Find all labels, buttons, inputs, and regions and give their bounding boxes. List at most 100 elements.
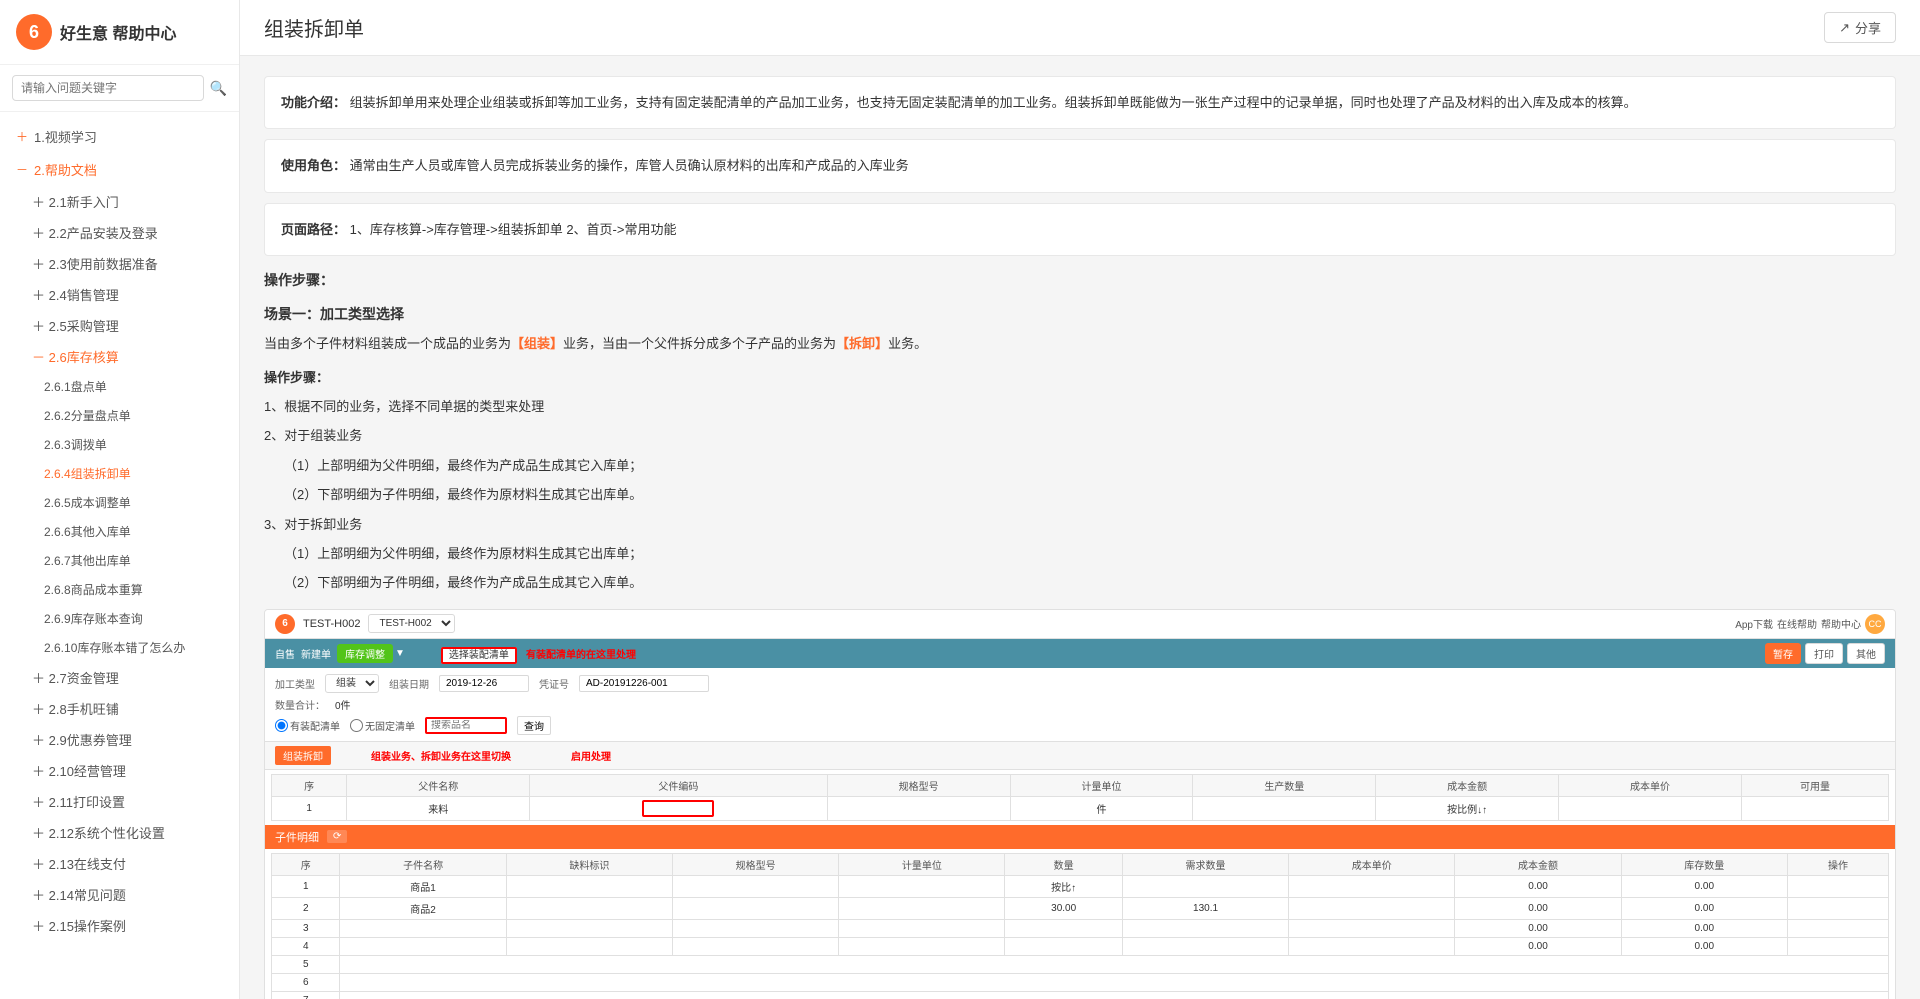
sim-col-unit-cost: 成本单价 xyxy=(1559,774,1742,796)
sim-lower-r1-ucost xyxy=(1289,875,1455,897)
step2-1: （1）上部明细为父件明细，最终作为产成品生成其它入库单； xyxy=(284,454,1896,477)
annotation1-label: 有装配清单的在这里处理 xyxy=(526,650,636,661)
sidebar-item-assembly[interactable]: 2.6.4组装拆卸单 xyxy=(0,459,239,488)
sim-date-input[interactable] xyxy=(439,675,529,692)
sim-lower-header-text: 子件明细 xyxy=(275,829,319,845)
sidebar-item-inventory-transfer[interactable]: 2.6.3调拨单 xyxy=(0,430,239,459)
sim-search-bom-input[interactable] xyxy=(431,720,501,731)
sidebar-item-inv-ledger[interactable]: 2.6.9库存账本查询 xyxy=(0,604,239,633)
table-row: 2 商品2 30.00 130.1 0.00 0.00 xyxy=(272,897,1889,919)
sidebar-item-other-out[interactable]: 2.6.7其他出库单 xyxy=(0,546,239,575)
sim-upper-code-input[interactable] xyxy=(648,803,708,814)
scene-desc-text: 当由多个子件材料组装成一个成品的业务为【组装】业务，当由一个父件拆分成多个子产品… xyxy=(264,336,927,351)
sidebar-item-newcomer[interactable]: ＋ 2.1新手入门 xyxy=(0,186,239,217)
sidebar-item-faq[interactable]: ＋ 2.14常见问题 xyxy=(0,879,239,910)
sim-billno-input[interactable] xyxy=(579,675,709,692)
sim-lower-r2-ucost xyxy=(1289,897,1455,919)
main-area: 组装拆卸单 ↗ 分享 功能介绍： 组装拆卸单用来处理企业组装或拆卸等加工业务，支… xyxy=(240,0,1920,999)
sim-radio-bom-input[interactable] xyxy=(275,719,288,732)
sim-upper-row1-prod-qty xyxy=(1193,796,1376,820)
sim-col-unit: 计量单位 xyxy=(1010,774,1193,796)
sim-radio-bom[interactable]: 有装配清单 xyxy=(275,718,340,733)
sim-lower-table-container: 序 子件名称 缺料标识 规格型号 计量单位 数量 需求数量 成本单价 成本金额 … xyxy=(265,849,1895,999)
sidebar-item-mobile[interactable]: ＋ 2.8手机旺铺 xyxy=(0,693,239,724)
sim-help-label: 在线帮助 xyxy=(1777,616,1817,631)
sim-lower-r1-stock: 0.00 xyxy=(1621,875,1787,897)
sidebar-item-inventory[interactable]: － 2.6库存核算 xyxy=(0,341,239,372)
path-block: 页面路径： 1、库存核算->库存管理->组装拆卸单 2、首页->常用功能 xyxy=(264,203,1896,256)
sim-lower-expand-btn[interactable]: ⟳ xyxy=(327,830,347,843)
sim-count-label: 数量合计： xyxy=(275,697,325,712)
sim-lower-header: 子件明细 ⟳ xyxy=(265,825,1895,849)
sidebar-item-ops[interactable]: ＋ 2.10经营管理 xyxy=(0,755,239,786)
sim-search-bom-btn[interactable]: 查询 xyxy=(517,716,551,735)
sim-lower-r2-cost: 0.00 xyxy=(1455,897,1621,919)
sim-radio-free[interactable]: 无固定清单 xyxy=(350,718,415,733)
sidebar-item-purchase[interactable]: ＋ 2.5采购管理 xyxy=(0,310,239,341)
topbar: 组装拆卸单 ↗ 分享 xyxy=(240,0,1920,56)
sim-radio-free-input[interactable] xyxy=(350,719,363,732)
sim-help-center-label: 帮助中心 xyxy=(1821,616,1861,631)
sim-upper-row1-unit-cost xyxy=(1559,796,1742,820)
sidebar-item-finance[interactable]: ＋ 2.7资金管理 xyxy=(0,662,239,693)
table-row: 5 xyxy=(272,955,1889,973)
sim-upper-table: 序 父件名称 父件编码 规格型号 计量单位 生产数量 成本金额 成本单价 可用量 xyxy=(271,774,1889,821)
search-icon[interactable]: 🔍 xyxy=(210,80,227,97)
sim-col-qty2: 数量 xyxy=(1005,853,1122,875)
sim-upper-row1-unit: 件 xyxy=(1010,796,1193,820)
sidebar-item-sales[interactable]: ＋ 2.4销售管理 xyxy=(0,279,239,310)
minus-icon: － xyxy=(32,350,49,365)
sim-lower-r2-short xyxy=(506,897,672,919)
sidebar-item-inventory-stocktake[interactable]: 2.6.1盘点单 xyxy=(0,372,239,401)
sim-process-type-label: 加工类型 xyxy=(275,676,315,691)
sidebar-item-personalize[interactable]: ＋ 2.12系统个性化设置 xyxy=(0,817,239,848)
sidebar-item-print[interactable]: ＋ 2.11打印设置 xyxy=(0,786,239,817)
sim-dropdown-arrow[interactable]: ▼ xyxy=(395,648,405,659)
sidebar-item-inv-ledger-fix[interactable]: 2.6.10库存账本错了怎么办 xyxy=(0,633,239,662)
sidebar-item-payment[interactable]: ＋ 2.13在线支付 xyxy=(0,848,239,879)
search-input[interactable] xyxy=(12,75,204,101)
sim-company-select[interactable]: TEST-H002 xyxy=(368,614,455,633)
sim-upper-table-header: 序 父件名称 父件编码 规格型号 计量单位 生产数量 成本金额 成本单价 可用量 xyxy=(272,774,1889,796)
sim-process-type-select[interactable]: 组装 拆卸 xyxy=(325,674,379,693)
sim-orange-tab[interactable]: 组装拆卸 xyxy=(275,746,331,765)
sim-other-btn[interactable]: 其他 xyxy=(1847,643,1885,664)
table-row: 7 xyxy=(272,991,1889,999)
sidebar-item-video-learning[interactable]: ＋ 1.视频学习 xyxy=(0,120,239,153)
table-row: 4 0.00 0.00 xyxy=(272,937,1889,955)
sidebar-item-other-in[interactable]: 2.6.6其他入库单 xyxy=(0,517,239,546)
plus-icon: ＋ xyxy=(32,826,49,841)
sidebar-item-cases[interactable]: ＋ 2.15操作案例 xyxy=(0,910,239,941)
sidebar-item-install-login[interactable]: ＋ 2.2产品安装及登录 xyxy=(0,217,239,248)
sidebar-item-data-prep[interactable]: ＋ 2.3使用前数据准备 xyxy=(0,248,239,279)
sim-nav-new[interactable]: 新建单 xyxy=(301,646,331,661)
sim-avatar: CC xyxy=(1865,614,1885,634)
content-area: 功能介绍： 组装拆卸单用来处理企业组装或拆卸等加工业务，支持有固定装配清单的产品… xyxy=(240,56,1920,999)
nav-tree: ＋ 1.视频学习 － 2.帮助文档 ＋ 2.1新手入门 ＋ 2.2产品安装及登录… xyxy=(0,112,239,999)
step3-2: （2）下部明细为子件明细，最终作为产成品生成其它入库单。 xyxy=(284,571,1896,594)
sim-save-btn[interactable]: 暂存 xyxy=(1765,643,1801,664)
sim-lower-r2-stock: 0.00 xyxy=(1621,897,1787,919)
sidebar-item-inventory-partial[interactable]: 2.6.2分量盘点单 xyxy=(0,401,239,430)
sim-btn-adjust[interactable]: 库存调整 xyxy=(337,644,393,663)
plus-icon: ＋ xyxy=(32,888,49,903)
sidebar-item-cost-adjust[interactable]: 2.6.5成本调整单 xyxy=(0,488,239,517)
sim-nav-home[interactable]: 自售 xyxy=(275,646,295,661)
sidebar-item-coupon[interactable]: ＋ 2.9优惠券管理 xyxy=(0,724,239,755)
sim-upper-row1-cost-ratio: 按比例↓↑ xyxy=(1376,796,1559,820)
step2-2: （2）下部明细为子件明细，最终作为原材料生成其它出库单。 xyxy=(284,483,1896,506)
sim-col-unit2: 计量单位 xyxy=(839,853,1005,875)
plus-icon: ＋ xyxy=(32,319,49,334)
annotation3-label: 启用处理 xyxy=(571,748,611,763)
share-button[interactable]: ↗ 分享 xyxy=(1824,12,1896,43)
sim-screen: 6 TEST-H002 TEST-H002 App下载 在线帮助 帮助中心 CC… xyxy=(265,610,1895,999)
sim-col-parent-code: 父件编码 xyxy=(530,774,828,796)
sidebar-item-help-docs[interactable]: － 2.帮助文档 xyxy=(0,153,239,186)
plus-icon: ＋ xyxy=(32,795,49,810)
role-label: 使用角色： xyxy=(281,158,346,173)
sidebar: 6 好生意 帮助中心 🔍 ＋ 1.视频学习 － 2.帮助文档 ＋ 2.1新手入门… xyxy=(0,0,240,999)
sim-billno-label: 凭证号 xyxy=(539,676,569,691)
sidebar-item-cost-recalc[interactable]: 2.6.8商品成本重算 xyxy=(0,575,239,604)
sim-radio-row: 有装配清单 无固定清单 查询 xyxy=(275,716,1885,735)
sim-print-btn[interactable]: 打印 xyxy=(1805,643,1843,664)
